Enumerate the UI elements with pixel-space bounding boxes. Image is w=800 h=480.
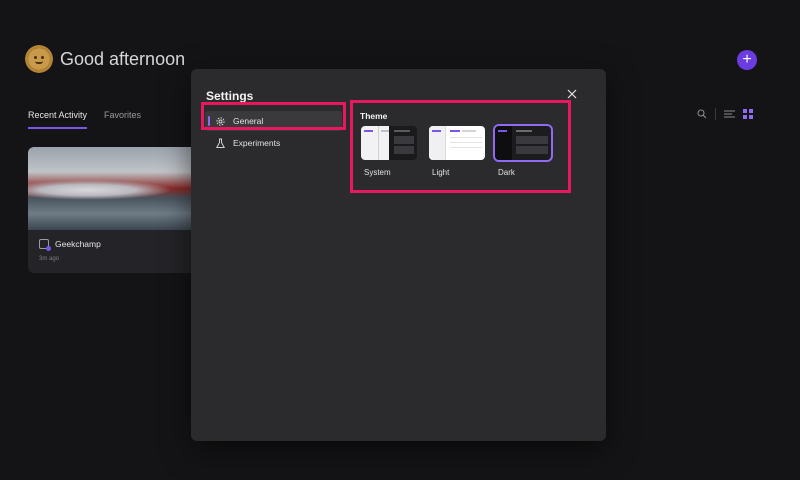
whiteboard-icon — [39, 239, 51, 251]
card-title: Geekchamp — [39, 239, 101, 251]
flask-icon — [215, 138, 226, 148]
theme-highlight-box — [350, 100, 571, 193]
card-thumbnail — [28, 147, 198, 230]
search-icon[interactable] — [697, 109, 707, 119]
tab-recent-activity[interactable]: Recent Activity — [28, 110, 88, 129]
list-view-icon[interactable] — [724, 109, 735, 119]
add-button[interactable]: + — [737, 50, 757, 70]
nav-item-experiments[interactable]: Experiments — [205, 133, 342, 153]
close-icon[interactable] — [566, 88, 578, 100]
grid-view-icon[interactable] — [743, 109, 753, 119]
toolbar-divider — [715, 108, 716, 120]
settings-title: Settings — [206, 89, 254, 103]
sun-avatar-icon — [25, 45, 53, 73]
tab-favorites[interactable]: Favorites — [104, 110, 141, 129]
card-title-text: Geekchamp — [55, 239, 101, 249]
greeting-title: Good afternoon — [60, 48, 186, 69]
view-toolbar — [697, 108, 753, 120]
general-highlight-box — [201, 102, 346, 130]
nav-item-experiments-label: Experiments — [233, 138, 281, 148]
card-timestamp: 3m ago — [39, 256, 60, 262]
activity-tabs: Recent Activity Favorites — [28, 110, 141, 129]
recent-activity-card[interactable]: Geekchamp 3m ago — [28, 147, 198, 273]
greeting-header: Good afternoon — [25, 45, 186, 73]
